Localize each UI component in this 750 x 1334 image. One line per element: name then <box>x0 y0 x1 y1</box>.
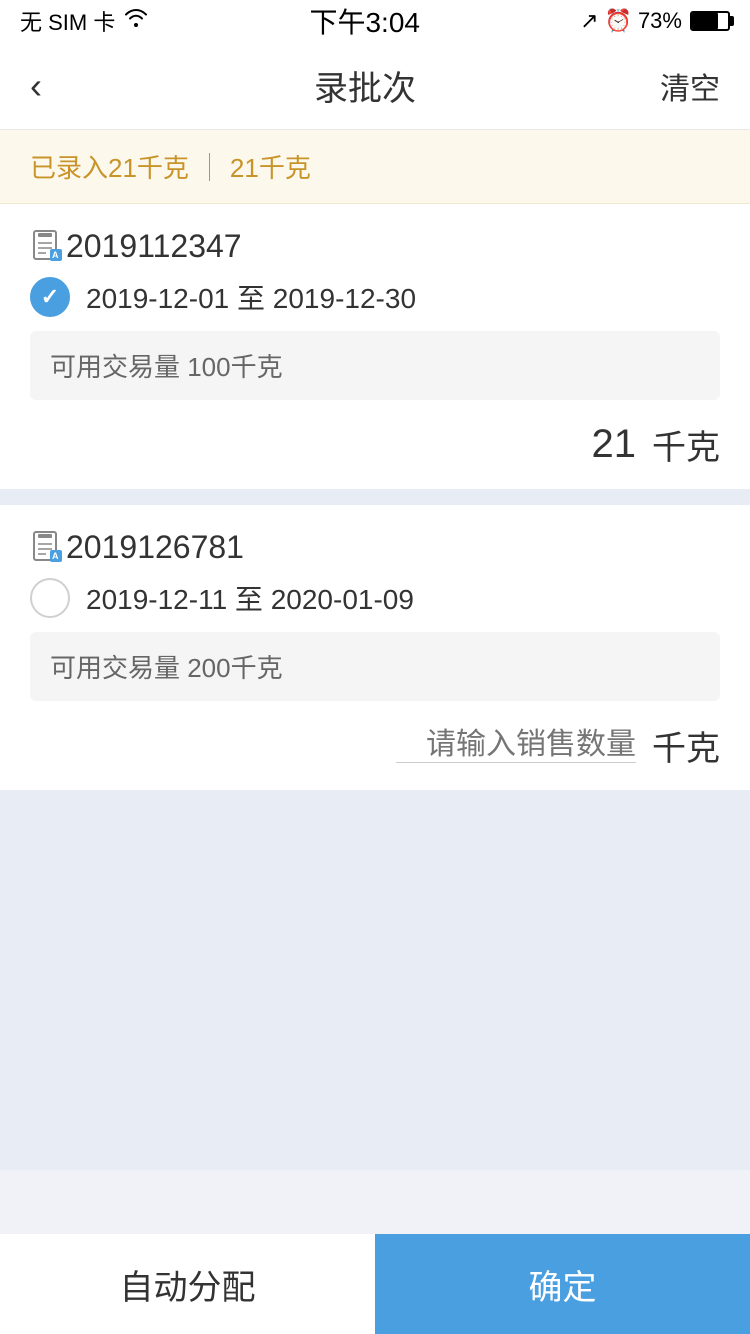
back-button[interactable]: ‹ <box>30 65 90 107</box>
batch-date-row-2[interactable]: 2019-12-11 至 2020-01-09 <box>30 578 720 618</box>
bottom-bar: 自动分配 确定 <box>0 1234 750 1334</box>
card-divider <box>0 489 750 505</box>
status-bar: 无 SIM 卡 下午3:04 ↗ ⏰ 73% <box>0 0 750 42</box>
batch-item-2: A 2019126781 2019-12-11 至 2020-01-09 可用交… <box>0 505 750 701</box>
radio-check-2[interactable] <box>30 578 70 618</box>
batch-card-1: A 2019112347 2019-12-01 至 2019-12-30 可用交… <box>0 204 750 489</box>
batch-date-1: 2019-12-01 至 2019-12-30 <box>86 277 416 317</box>
batch-date-row-1[interactable]: 2019-12-01 至 2019-12-30 <box>30 277 720 317</box>
avail-row-2: 可用交易量 200千克 <box>30 632 720 701</box>
gray-area <box>0 790 750 1170</box>
amount-row-1: 21 千克 <box>0 400 750 489</box>
clear-button[interactable]: 清空 <box>640 64 720 108</box>
amount-number-1: 21 <box>592 422 637 467</box>
gps-icon: ↗ <box>580 8 598 34</box>
status-left: 无 SIM 卡 <box>20 5 149 37</box>
auto-distribute-button[interactable]: 自动分配 <box>0 1234 375 1334</box>
radio-check-1[interactable] <box>30 277 70 317</box>
info-divider <box>209 153 210 181</box>
batch-date-2: 2019-12-11 至 2020-01-09 <box>86 578 414 618</box>
nav-bar: ‹ 录批次 清空 <box>0 42 750 130</box>
batch-id-2: 2019126781 <box>66 529 244 566</box>
info-banner: 已录入21千克 21千克 <box>0 130 750 204</box>
page-title: 录批次 <box>314 61 416 110</box>
quantity-input-2[interactable] <box>396 728 636 763</box>
input-unit-2: 千克 <box>652 721 720 770</box>
recorded-label: 已录入21千克 <box>30 148 189 185</box>
status-time: 下午3:04 <box>309 1 420 41</box>
doc-icon-1: A <box>30 229 66 265</box>
batch-header-1: A 2019112347 <box>30 228 720 265</box>
svg-text:A: A <box>52 250 59 260</box>
alarm-icon: ⏰ <box>605 8 632 34</box>
batch-card-2: A 2019126781 2019-12-11 至 2020-01-09 可用交… <box>0 505 750 790</box>
batch-id-1: 2019112347 <box>66 228 242 265</box>
wifi-icon <box>123 8 149 34</box>
input-row-2: 千克 <box>0 701 750 790</box>
batch-item-1: A 2019112347 2019-12-01 至 2019-12-30 可用交… <box>0 204 750 400</box>
confirm-button[interactable]: 确定 <box>375 1234 750 1334</box>
amount-unit-1: 千克 <box>652 420 720 469</box>
battery-percent: 73% <box>638 8 682 34</box>
batch-header-2: A 2019126781 <box>30 529 720 566</box>
recorded-value: 21千克 <box>230 148 311 185</box>
doc-icon-2: A <box>30 530 66 566</box>
status-right: ↗ ⏰ 73% <box>580 8 730 34</box>
svg-text:A: A <box>52 551 59 561</box>
avail-row-1: 可用交易量 100千克 <box>30 331 720 400</box>
sim-text: 无 SIM 卡 <box>20 5 115 37</box>
battery-icon <box>690 11 730 31</box>
